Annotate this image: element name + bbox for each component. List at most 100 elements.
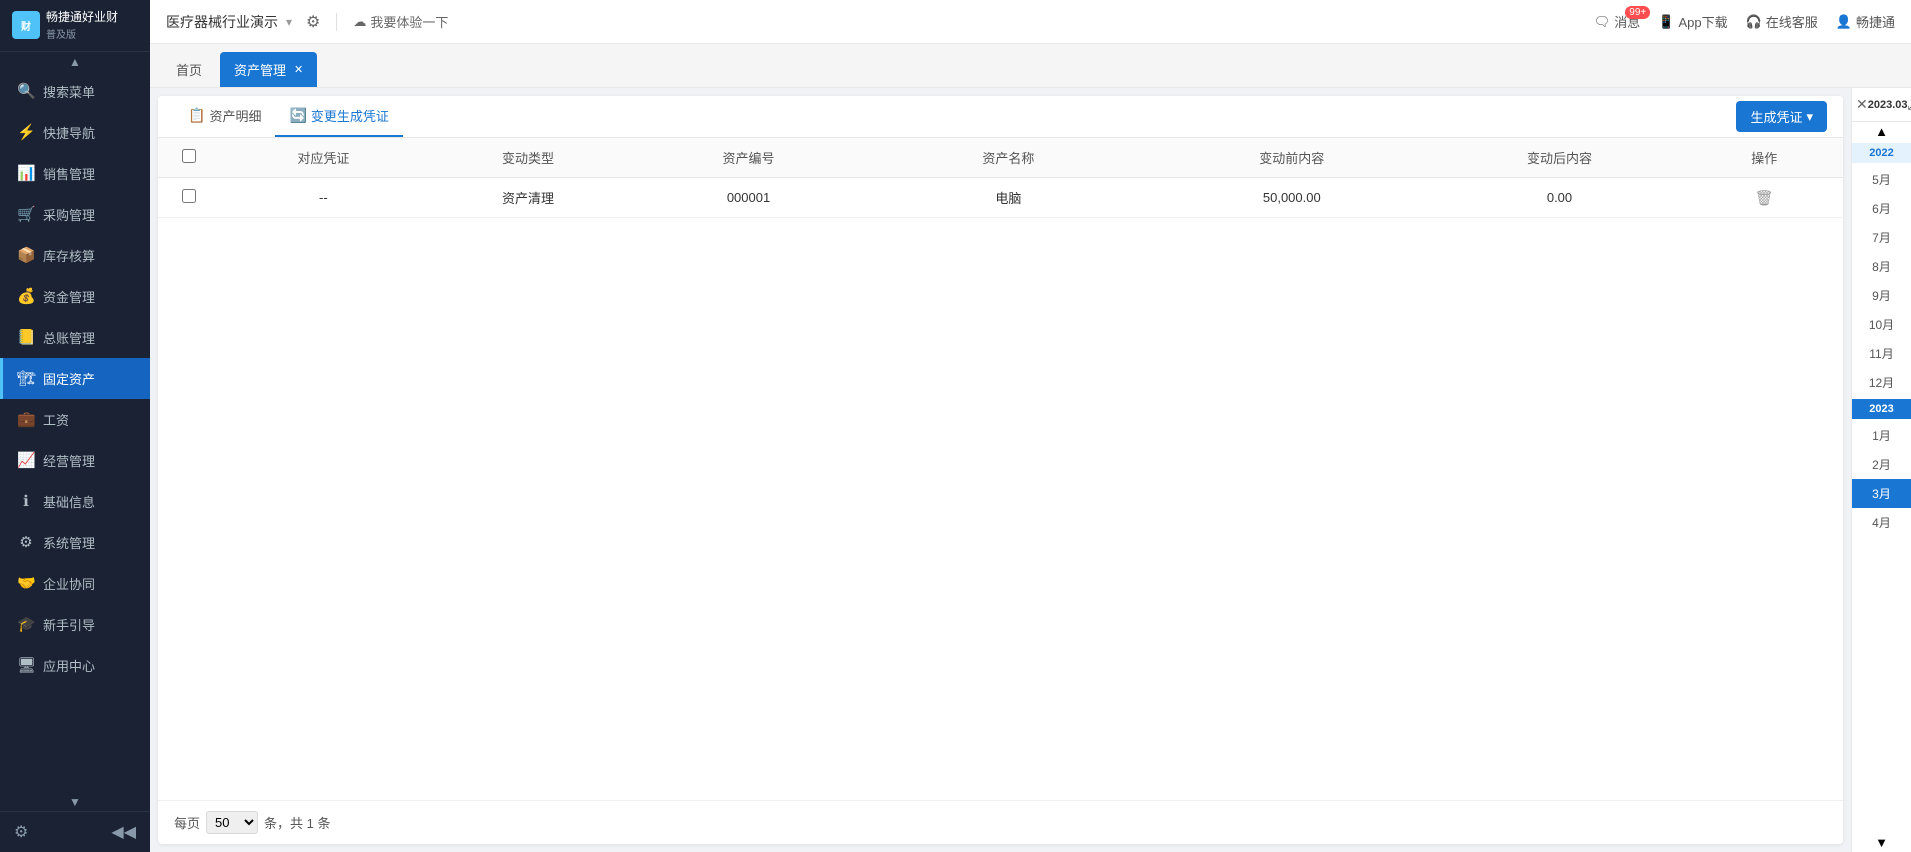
logo-text: 畅捷通好业财	[46, 10, 118, 26]
th-voucher: 对应凭证	[221, 138, 426, 178]
experience-label: 我要体验一下	[370, 12, 448, 31]
app-center-icon: 🖥	[17, 656, 35, 674]
sidebar-item-basic-info[interactable]: ℹ 基础信息	[0, 481, 150, 522]
tab-首页[interactable]: 首页	[162, 52, 216, 87]
sidebar-item-label: 总账管理	[43, 328, 95, 347]
username-label: 畅捷通	[1856, 12, 1895, 31]
td-checkbox	[158, 178, 221, 218]
sidebar-scroll-down[interactable]: ▼	[69, 792, 81, 812]
sidebar: 财 畅捷通好业财 普及版 ▲ 🔍 搜索菜单⚡ 快捷导航📊 销售管理🛒 采购管理📦…	[0, 0, 150, 852]
sidebar-item-label: 资金管理	[43, 287, 95, 306]
enterprise-icon: 🤝	[17, 574, 35, 592]
right-panel: ✕ 2023.03 ⤢ ▲ 20225月6月7月8月9月10月11月12月202…	[1851, 88, 1911, 852]
sub-tab-变更生成凭证[interactable]: 🔄 变更生成凭证	[275, 96, 402, 137]
topbar: 医疗器械行业演示 ▾ ⚙ ☁ 我要体验一下 🗨 消息 99+ 📱 App下载 🎧…	[150, 0, 1911, 44]
month-item-2022-5月[interactable]: 5月	[1852, 165, 1911, 194]
sidebar-item-funds[interactable]: 💰 资金管理	[0, 276, 150, 317]
tab-close-icon[interactable]: ✕	[294, 63, 303, 76]
calendar-scroll-down[interactable]: ▼	[1852, 833, 1911, 852]
sidebar-item-label: 企业协同	[43, 574, 95, 593]
sidebar-item-label: 基础信息	[43, 492, 95, 511]
sidebar-item-quick-nav[interactable]: ⚡ 快捷导航	[0, 112, 150, 153]
tab-label: 资产管理	[234, 60, 286, 79]
content-main: 📋 资产明细🔄 变更生成凭证 生成凭证 ▾ 对应凭证变动类型资产编号资产名称变动…	[158, 96, 1843, 844]
month-item-2022-6月[interactable]: 6月	[1852, 194, 1911, 223]
sidebar-scroll-up[interactable]: ▲	[69, 52, 81, 72]
sidebar-item-inventory[interactable]: 📦 库存核算	[0, 235, 150, 276]
sidebar-item-label: 工资	[43, 410, 69, 429]
delete-icon[interactable]: 🗑	[1755, 190, 1774, 207]
fixed-assets-icon: 🏗	[17, 369, 35, 387]
service-icon: 🎧	[1746, 14, 1762, 30]
sidebar-item-system[interactable]: ⚙ 系统管理	[0, 522, 150, 563]
sidebar-item-sales[interactable]: 📊 销售管理	[0, 153, 150, 194]
ledger-icon: 📒	[17, 328, 35, 346]
month-list: 20225月6月7月8月9月10月11月12月20231月2月3月4月	[1852, 141, 1911, 833]
month-item-2022-11月[interactable]: 11月	[1852, 339, 1911, 368]
message-icon: 🗨	[1594, 14, 1611, 30]
sidebar-item-label: 经营管理	[43, 451, 95, 470]
messages-btn[interactable]: 🗨 消息 99+	[1594, 12, 1641, 31]
search-icon: 🔍	[17, 82, 35, 100]
experience-btn[interactable]: ☁ 我要体验一下	[353, 12, 448, 31]
sidebar-item-guide[interactable]: 🎓 新手引导	[0, 604, 150, 645]
sidebar-item-ledger[interactable]: 📒 总账管理	[0, 317, 150, 358]
month-item-2023-3月[interactable]: 3月	[1852, 479, 1911, 508]
td-action: 🗑	[1685, 178, 1843, 218]
month-item-2022-10月[interactable]: 10月	[1852, 310, 1911, 339]
sub-tabs: 📋 资产明细🔄 变更生成凭证 生成凭证 ▾	[158, 96, 1843, 138]
td-code: 000001	[630, 178, 866, 218]
per-page-select[interactable]: 102050100	[206, 811, 258, 834]
sidebar-item-purchase[interactable]: 🛒 采购管理	[0, 194, 150, 235]
user-menu[interactable]: 👤 畅捷通	[1836, 12, 1895, 31]
sidebar-item-label: 销售管理	[43, 164, 95, 183]
sidebar-item-enterprise[interactable]: 🤝 企业协同	[0, 563, 150, 604]
operations-icon: 📈	[17, 451, 35, 469]
sidebar-item-label: 库存核算	[43, 246, 95, 265]
month-item-2023-1月[interactable]: 1月	[1852, 421, 1911, 450]
online-service-btn[interactable]: 🎧 在线客服	[1746, 12, 1818, 31]
sub-tab-label: 资产明细	[209, 106, 261, 125]
year-2023[interactable]: 2023	[1852, 399, 1911, 419]
collapse-icon[interactable]: ◀◀	[111, 822, 136, 842]
th-after: 变动后内容	[1434, 138, 1686, 178]
sidebar-item-payroll[interactable]: 💼 工资	[0, 399, 150, 440]
divider	[336, 13, 337, 31]
generate-voucher-btn[interactable]: 生成凭证 ▾	[1736, 101, 1827, 132]
data-table: 对应凭证变动类型资产编号资产名称变动前内容变动后内容操作 --资产清理00000…	[158, 138, 1843, 218]
month-item-2022-9月[interactable]: 9月	[1852, 281, 1911, 310]
sub-tab-label: 变更生成凭证	[311, 106, 389, 125]
sidebar-item-search[interactable]: 🔍 搜索菜单	[0, 71, 150, 112]
month-item-2022-7月[interactable]: 7月	[1852, 223, 1911, 252]
right-panel-expand-btn[interactable]: ⤢	[1908, 96, 1911, 113]
row-checkbox[interactable]	[182, 189, 196, 203]
td-after: 0.00	[1434, 178, 1686, 218]
sidebar-item-label: 系统管理	[43, 533, 95, 552]
sidebar-item-operations[interactable]: 📈 经营管理	[0, 440, 150, 481]
quick-nav-icon: ⚡	[17, 123, 35, 141]
sidebar-item-app-center[interactable]: 🖥 应用中心	[0, 645, 150, 686]
sidebar-item-fixed-assets[interactable]: 🏗 固定资产	[0, 358, 150, 399]
right-panel-close-btn[interactable]: ✕	[1856, 96, 1868, 113]
month-item-2023-4月[interactable]: 4月	[1852, 508, 1911, 537]
tab-资产管理[interactable]: 资产管理 ✕	[220, 52, 317, 87]
select-all-checkbox[interactable]	[182, 149, 196, 163]
app-download-btn[interactable]: 📱 App下载	[1658, 12, 1727, 31]
calendar-scroll-up[interactable]: ▲	[1852, 122, 1911, 141]
sub-tab-资产明细[interactable]: 📋 资产明细	[174, 96, 275, 137]
funds-icon: 💰	[17, 287, 35, 305]
content-area: 📋 资产明细🔄 变更生成凭证 生成凭证 ▾ 对应凭证变动类型资产编号资产名称变动…	[150, 88, 1911, 852]
month-item-2023-2月[interactable]: 2月	[1852, 450, 1911, 479]
month-item-2022-8月[interactable]: 8月	[1852, 252, 1911, 281]
dropdown-arrow-icon: ▾	[1806, 109, 1813, 125]
th-checkbox	[158, 138, 221, 178]
main-area: 医疗器械行业演示 ▾ ⚙ ☁ 我要体验一下 🗨 消息 99+ 📱 App下载 🎧…	[150, 0, 1911, 852]
settings-gear-icon[interactable]: ⚙	[306, 12, 320, 32]
purchase-icon: 🛒	[17, 205, 35, 223]
sidebar-item-label: 应用中心	[43, 656, 95, 675]
company-dropdown-icon[interactable]: ▾	[286, 15, 292, 29]
online-service-label: 在线客服	[1766, 12, 1818, 31]
month-item-2022-12月[interactable]: 12月	[1852, 368, 1911, 397]
settings-icon[interactable]: ⚙	[14, 822, 28, 842]
year-2022[interactable]: 2022	[1852, 143, 1911, 163]
